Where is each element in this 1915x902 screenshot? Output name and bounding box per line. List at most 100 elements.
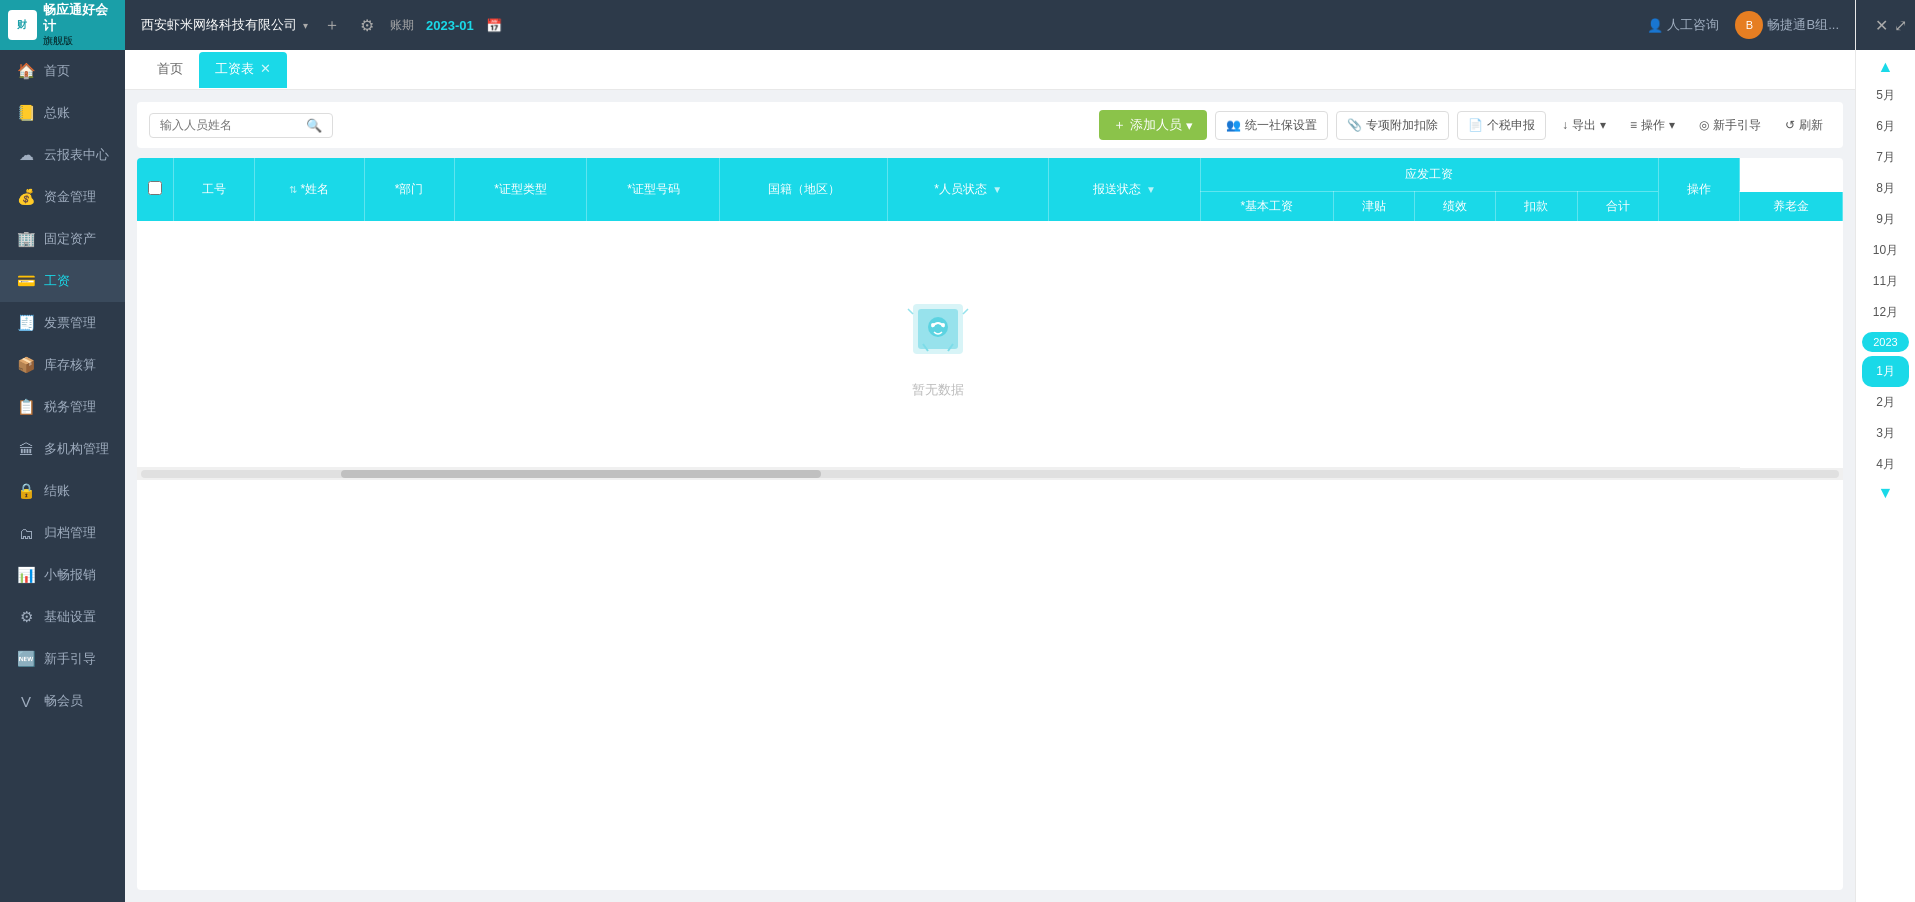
sidebar-item-close[interactable]: 🔒 结账 (0, 470, 125, 512)
empty-text: 暂无数据 (912, 381, 964, 399)
sidebar-item-vip[interactable]: V 畅会员 (0, 680, 125, 722)
add-person-button[interactable]: ＋ 添加人员 ▾ (1099, 110, 1207, 140)
user-menu[interactable]: B 畅捷通B组... (1735, 11, 1839, 39)
add-btn-label: 添加人员 (1130, 116, 1182, 134)
sidebar-item-label: 结账 (44, 482, 70, 500)
sidebar-item-inventory[interactable]: 📦 库存核算 (0, 344, 125, 386)
sidebar-item-guide[interactable]: 🆕 新手引导 (0, 638, 125, 680)
guide-button[interactable]: ◎ 新手引导 (1691, 112, 1769, 139)
search-input[interactable] (160, 118, 300, 132)
current-year-badge: 2023 (1862, 332, 1909, 352)
company-selector[interactable]: 西安虾米网络科技有限公司 ▾ (141, 16, 308, 34)
operations-label: 操作 (1641, 117, 1665, 134)
sidebar-item-archive[interactable]: 🗂 归档管理 (0, 512, 125, 554)
tax-button[interactable]: 📄 个税申报 (1457, 111, 1546, 140)
export-icon: ↓ (1562, 118, 1568, 132)
th-pension: 养老金 (1740, 192, 1843, 222)
prev-year-button[interactable]: ▲ (1856, 54, 1915, 80)
th-report-status: 报送状态 ▼ (1048, 158, 1200, 221)
sidebar-item-report[interactable]: 📊 小畅报销 (0, 554, 125, 596)
sidebar-item-invoice[interactable]: 🧾 发票管理 (0, 302, 125, 344)
home-icon: 🏠 (16, 62, 36, 80)
sidebar-item-settings[interactable]: ⚙ 基础设置 (0, 596, 125, 638)
select-all-checkbox[interactable] (148, 181, 162, 195)
maximize-panel-button[interactable]: ⤢ (1894, 16, 1907, 35)
app-logo: 财 畅应通好会计 旗舰版 (0, 0, 125, 50)
special-button[interactable]: 📎 专项附加扣除 (1336, 111, 1449, 140)
sidebar-item-multi[interactable]: 🏛 多机构管理 (0, 428, 125, 470)
export-button[interactable]: ↓ 导出 ▾ (1554, 112, 1614, 139)
add-company-button[interactable]: ＋ (320, 11, 344, 40)
scrollbar-bottom[interactable] (137, 468, 1843, 480)
sidebar-item-label: 发票管理 (44, 314, 96, 332)
calendar-icon[interactable]: 📅 (486, 18, 502, 33)
month-2[interactable]: 2月 (1856, 387, 1915, 418)
month-8[interactable]: 8月 (1856, 173, 1915, 204)
social-icon: 👥 (1226, 118, 1241, 132)
empty-state-cell: 暂无数据 (137, 221, 1740, 468)
sidebar-item-assets[interactable]: 🏢 固定资产 (0, 218, 125, 260)
user-label: 畅捷通B组... (1767, 16, 1839, 34)
search-wrap: 🔍 (149, 113, 333, 138)
sidebar: 财 畅应通好会计 旗舰版 🏠 首页 📒 总账 ☁ 云报表中心 💰 资金管理 🏢 … (0, 0, 125, 902)
avatar: B (1735, 11, 1763, 39)
scrollbar-track (141, 470, 1839, 478)
th-nationality: 国籍（地区） (720, 158, 888, 221)
invoice-icon: 🧾 (16, 314, 36, 332)
sort-icon: ⇅ (289, 184, 297, 195)
salary-icon: 💳 (16, 272, 36, 290)
month-12[interactable]: 12月 (1856, 297, 1915, 328)
sidebar-item-salary[interactable]: 💳 工资 (0, 260, 125, 302)
month-6[interactable]: 6月 (1856, 111, 1915, 142)
next-year-button[interactable]: ▼ (1856, 480, 1915, 506)
month-4[interactable]: 4月 (1856, 449, 1915, 480)
sidebar-item-ledger[interactable]: 📒 总账 (0, 92, 125, 134)
month-3[interactable]: 3月 (1856, 418, 1915, 449)
sidebar-item-label: 畅会员 (44, 692, 83, 710)
operations-icon: ≡ (1630, 118, 1637, 132)
th-id-number: *证型号码 (587, 158, 720, 221)
period-label: 账期 (390, 17, 414, 34)
month-1-active[interactable]: 1月 (1862, 356, 1909, 387)
th-deduction: 扣款 (1496, 192, 1577, 222)
sidebar-item-label: 云报表中心 (44, 146, 109, 164)
month-11[interactable]: 11月 (1856, 266, 1915, 297)
sidebar-item-fund[interactable]: 💰 资金管理 (0, 176, 125, 218)
th-name: ⇅ *姓名 (254, 158, 364, 221)
th-subsidy: 津贴 (1333, 192, 1414, 222)
month-5[interactable]: 5月 (1856, 80, 1915, 111)
toolbar-right: ＋ 添加人员 ▾ 👥 统一社保设置 📎 专项附加扣除 📄 个税申报 ↓ (1099, 110, 1831, 140)
th-number: 工号 (173, 158, 254, 221)
tab-close-icon[interactable]: ✕ (260, 61, 271, 76)
guide-label: 新手引导 (1713, 117, 1761, 134)
status-filter-icon[interactable]: ▼ (992, 184, 1002, 195)
empty-icon (898, 289, 978, 369)
month-10[interactable]: 10月 (1856, 235, 1915, 266)
refresh-button[interactable]: ↺ 刷新 (1777, 112, 1831, 139)
month-9[interactable]: 9月 (1856, 204, 1915, 235)
sidebar-item-label: 税务管理 (44, 398, 96, 416)
month-nav: ▲ 5月 6月 7月 8月 9月 10月 11月 12月 2023 1月 2月 … (1856, 50, 1915, 902)
add-icon: ＋ (1113, 116, 1126, 134)
tab-home[interactable]: 首页 (141, 52, 199, 88)
content-area: 🔍 ＋ 添加人员 ▾ 👥 统一社保设置 📎 专项附加扣除 📄 (125, 90, 1855, 902)
social-button[interactable]: 👥 统一社保设置 (1215, 111, 1328, 140)
tab-salary[interactable]: 工资表 ✕ (199, 52, 287, 88)
sidebar-item-cloud[interactable]: ☁ 云报表中心 (0, 134, 125, 176)
operations-button[interactable]: ≡ 操作 ▾ (1622, 112, 1683, 139)
report-icon: 📊 (16, 566, 36, 584)
sidebar-item-home[interactable]: 🏠 首页 (0, 50, 125, 92)
assistant-button[interactable]: 👤 人工咨询 (1647, 16, 1719, 34)
close-panel-button[interactable]: ✕ (1875, 16, 1888, 35)
sidebar-item-label: 多机构管理 (44, 440, 109, 458)
settings-button[interactable]: ⚙ (356, 12, 378, 39)
report-filter-icon[interactable]: ▼ (1146, 184, 1156, 195)
tax-icon2: 📄 (1468, 118, 1483, 132)
topbar-right: 👤 人工咨询 B 畅捷通B组... (1647, 11, 1839, 39)
sidebar-item-tax[interactable]: 📋 税务管理 (0, 386, 125, 428)
sidebar-item-label: 基础设置 (44, 608, 96, 626)
table-wrap: 工号 ⇅ *姓名 *部门 *证型类型 *证型号码 国籍（地区） *人员状态 ▼ … (137, 158, 1843, 890)
tax-icon: 📋 (16, 398, 36, 416)
app-version: 旗舰版 (43, 34, 117, 48)
month-7[interactable]: 7月 (1856, 142, 1915, 173)
